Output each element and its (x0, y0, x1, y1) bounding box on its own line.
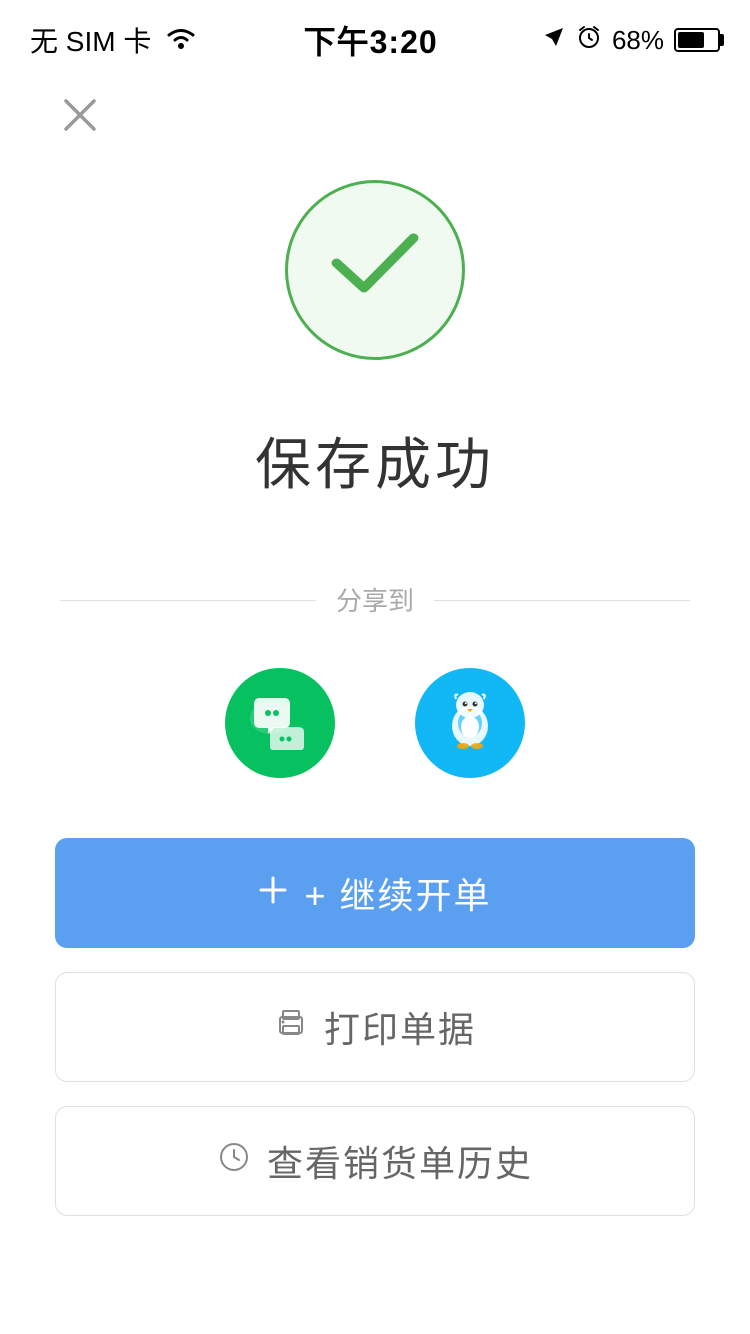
wifi-icon (163, 23, 199, 58)
continue-button[interactable]: + 继续开单 (55, 838, 695, 948)
plus-icon (258, 872, 288, 914)
status-right: 68% (542, 24, 720, 57)
wechat-share-button[interactable] (225, 668, 335, 778)
qq-icon (442, 691, 498, 755)
history-icon (217, 1140, 251, 1183)
close-icon (58, 93, 102, 147)
main-content: 保存成功 分享到 (0, 80, 750, 1216)
history-label: 查看销货单历史 (267, 1135, 533, 1187)
close-button[interactable] (50, 90, 110, 150)
print-button[interactable]: 打印单据 (55, 972, 695, 1082)
battery-percent: 68% (612, 25, 664, 56)
history-button[interactable]: 查看销货单历史 (55, 1106, 695, 1216)
action-buttons: + 继续开单 打印单据 查看销货单历史 (55, 838, 695, 1216)
checkmark-icon (326, 223, 425, 318)
success-circle (285, 180, 465, 360)
print-icon (274, 1006, 308, 1048)
share-section: 分享到 (0, 581, 750, 778)
battery-icon (674, 28, 720, 52)
print-label: 打印单据 (324, 1001, 476, 1053)
share-icons (225, 668, 525, 778)
status-time: 下午3:20 (304, 17, 438, 63)
status-left: 无 SIM 卡 (30, 20, 199, 60)
location-icon (542, 25, 566, 56)
success-title: 保存成功 (255, 420, 495, 501)
status-bar: 无 SIM 卡 下午3:20 68% (0, 0, 750, 80)
share-label: 分享到 (316, 581, 434, 618)
sim-text: 无 SIM 卡 (30, 20, 151, 60)
share-divider: 分享到 (0, 581, 750, 618)
continue-label: + 继续开单 (304, 867, 491, 919)
wechat-icon (248, 696, 312, 750)
qq-share-button[interactable] (415, 668, 525, 778)
alarm-icon (576, 24, 602, 57)
